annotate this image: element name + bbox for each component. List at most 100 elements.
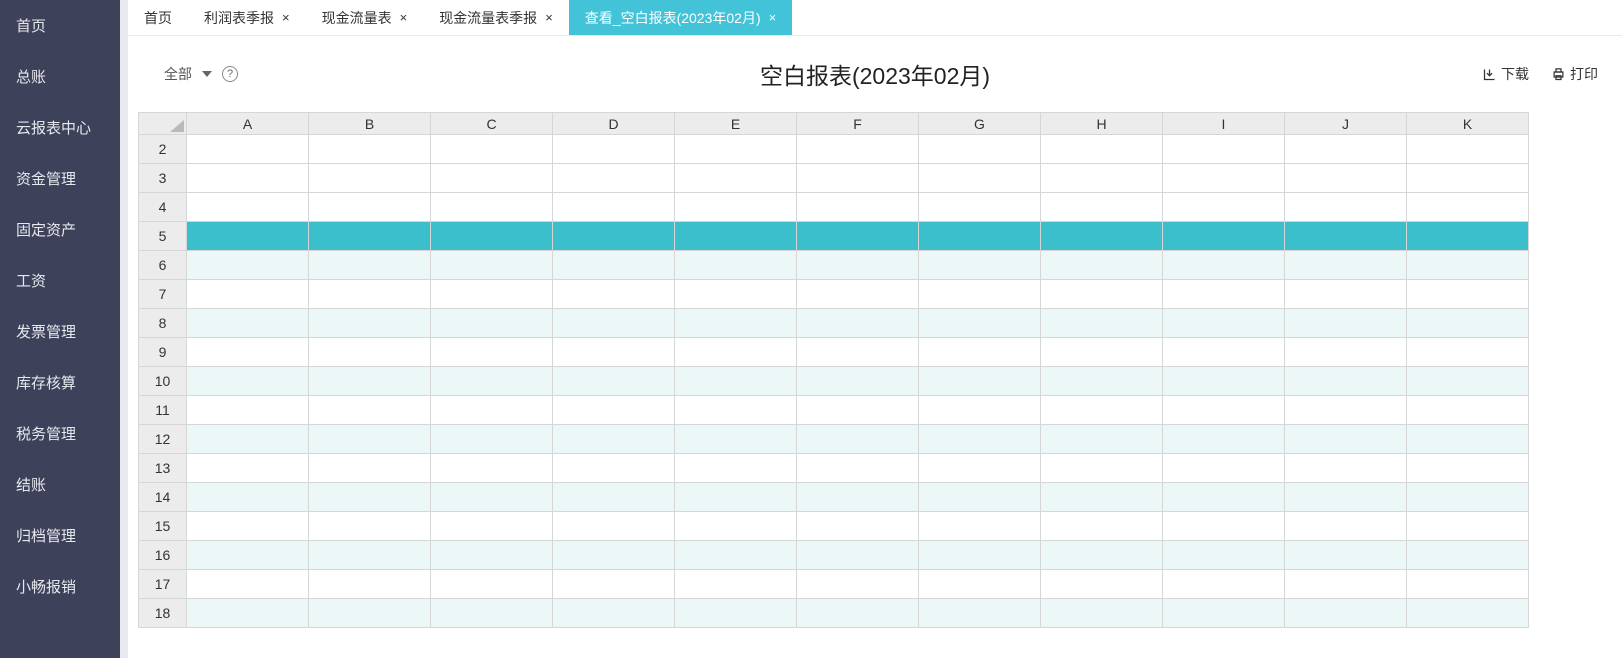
cell[interactable] — [309, 193, 431, 222]
close-icon[interactable]: × — [282, 11, 290, 24]
cell[interactable] — [919, 222, 1041, 251]
row-header[interactable]: 5 — [139, 222, 187, 251]
cell[interactable] — [1285, 338, 1407, 367]
download-button[interactable]: 下载 — [1482, 64, 1529, 84]
cell[interactable] — [1041, 454, 1163, 483]
cell[interactable] — [1163, 135, 1285, 164]
cell[interactable] — [797, 251, 919, 280]
column-header[interactable]: G — [919, 113, 1041, 135]
cell[interactable] — [187, 599, 309, 628]
cell[interactable] — [431, 280, 553, 309]
cell[interactable] — [675, 222, 797, 251]
cell[interactable] — [187, 512, 309, 541]
row-header[interactable]: 12 — [139, 425, 187, 454]
column-header[interactable]: H — [1041, 113, 1163, 135]
cell[interactable] — [187, 251, 309, 280]
column-header[interactable]: F — [797, 113, 919, 135]
cell[interactable] — [675, 541, 797, 570]
cell[interactable] — [919, 512, 1041, 541]
cell[interactable] — [675, 309, 797, 338]
cell[interactable] — [1285, 193, 1407, 222]
sheet-corner[interactable] — [139, 113, 187, 135]
cell[interactable] — [431, 396, 553, 425]
cell[interactable] — [675, 251, 797, 280]
cell[interactable] — [1285, 425, 1407, 454]
sidebar-item-inventory[interactable]: 库存核算 — [0, 357, 128, 408]
cell[interactable] — [309, 135, 431, 164]
help-icon[interactable]: ? — [222, 66, 238, 82]
cell[interactable] — [187, 425, 309, 454]
cell[interactable] — [1163, 541, 1285, 570]
cell[interactable] — [553, 338, 675, 367]
cell[interactable] — [1163, 338, 1285, 367]
cell[interactable] — [919, 338, 1041, 367]
cell[interactable] — [1041, 193, 1163, 222]
cell[interactable] — [1407, 280, 1529, 309]
sidebar-item-archive[interactable]: 归档管理 — [0, 510, 128, 561]
cell[interactable] — [309, 512, 431, 541]
cell[interactable] — [1041, 164, 1163, 193]
cell[interactable] — [187, 338, 309, 367]
cell[interactable] — [309, 599, 431, 628]
cell[interactable] — [1041, 251, 1163, 280]
cell[interactable] — [553, 280, 675, 309]
cell[interactable] — [309, 338, 431, 367]
cell[interactable] — [1041, 396, 1163, 425]
cell[interactable] — [797, 135, 919, 164]
cell[interactable] — [1407, 164, 1529, 193]
sidebar-scrollbar[interactable] — [120, 0, 128, 658]
spreadsheet[interactable]: ABCDEFGHIJK23456789101112131415161718 — [128, 112, 1622, 658]
cell[interactable] — [553, 541, 675, 570]
close-icon[interactable]: × — [400, 11, 408, 24]
cell[interactable] — [797, 454, 919, 483]
cell[interactable] — [1407, 454, 1529, 483]
cell[interactable] — [1285, 280, 1407, 309]
cell[interactable] — [1163, 164, 1285, 193]
cell[interactable] — [1163, 599, 1285, 628]
cell[interactable] — [1285, 541, 1407, 570]
sidebar-item-cloud-report[interactable]: 云报表中心 — [0, 102, 128, 153]
cell[interactable] — [1407, 222, 1529, 251]
cell[interactable] — [797, 483, 919, 512]
cell[interactable] — [309, 425, 431, 454]
cell[interactable] — [919, 135, 1041, 164]
cell[interactable] — [1285, 251, 1407, 280]
cell[interactable] — [553, 222, 675, 251]
cell[interactable] — [431, 570, 553, 599]
row-header[interactable]: 7 — [139, 280, 187, 309]
cell[interactable] — [1285, 222, 1407, 251]
cell[interactable] — [1407, 483, 1529, 512]
tab-cashflow-quarterly[interactable]: 现金流量表季报 × — [423, 0, 569, 35]
cell[interactable] — [1407, 570, 1529, 599]
cell[interactable] — [675, 599, 797, 628]
cell[interactable] — [553, 309, 675, 338]
cell[interactable] — [553, 512, 675, 541]
cell[interactable] — [553, 483, 675, 512]
cell[interactable] — [431, 309, 553, 338]
cell[interactable] — [675, 396, 797, 425]
cell[interactable] — [187, 164, 309, 193]
sidebar-item-fixed-assets[interactable]: 固定资产 — [0, 204, 128, 255]
row-header[interactable]: 14 — [139, 483, 187, 512]
cell[interactable] — [309, 164, 431, 193]
cell[interactable] — [1407, 512, 1529, 541]
row-header[interactable]: 11 — [139, 396, 187, 425]
cell[interactable] — [187, 193, 309, 222]
cell[interactable] — [919, 599, 1041, 628]
cell[interactable] — [431, 599, 553, 628]
cell[interactable] — [309, 367, 431, 396]
cell[interactable] — [675, 454, 797, 483]
cell[interactable] — [1407, 251, 1529, 280]
cell[interactable] — [797, 425, 919, 454]
cell[interactable] — [187, 367, 309, 396]
cell[interactable] — [187, 396, 309, 425]
cell[interactable] — [1407, 367, 1529, 396]
row-header[interactable]: 17 — [139, 570, 187, 599]
row-header[interactable]: 8 — [139, 309, 187, 338]
cell[interactable] — [1163, 280, 1285, 309]
cell[interactable] — [797, 570, 919, 599]
cell[interactable] — [431, 425, 553, 454]
cell[interactable] — [431, 222, 553, 251]
print-button[interactable]: 打印 — [1551, 64, 1598, 84]
column-header[interactable]: A — [187, 113, 309, 135]
